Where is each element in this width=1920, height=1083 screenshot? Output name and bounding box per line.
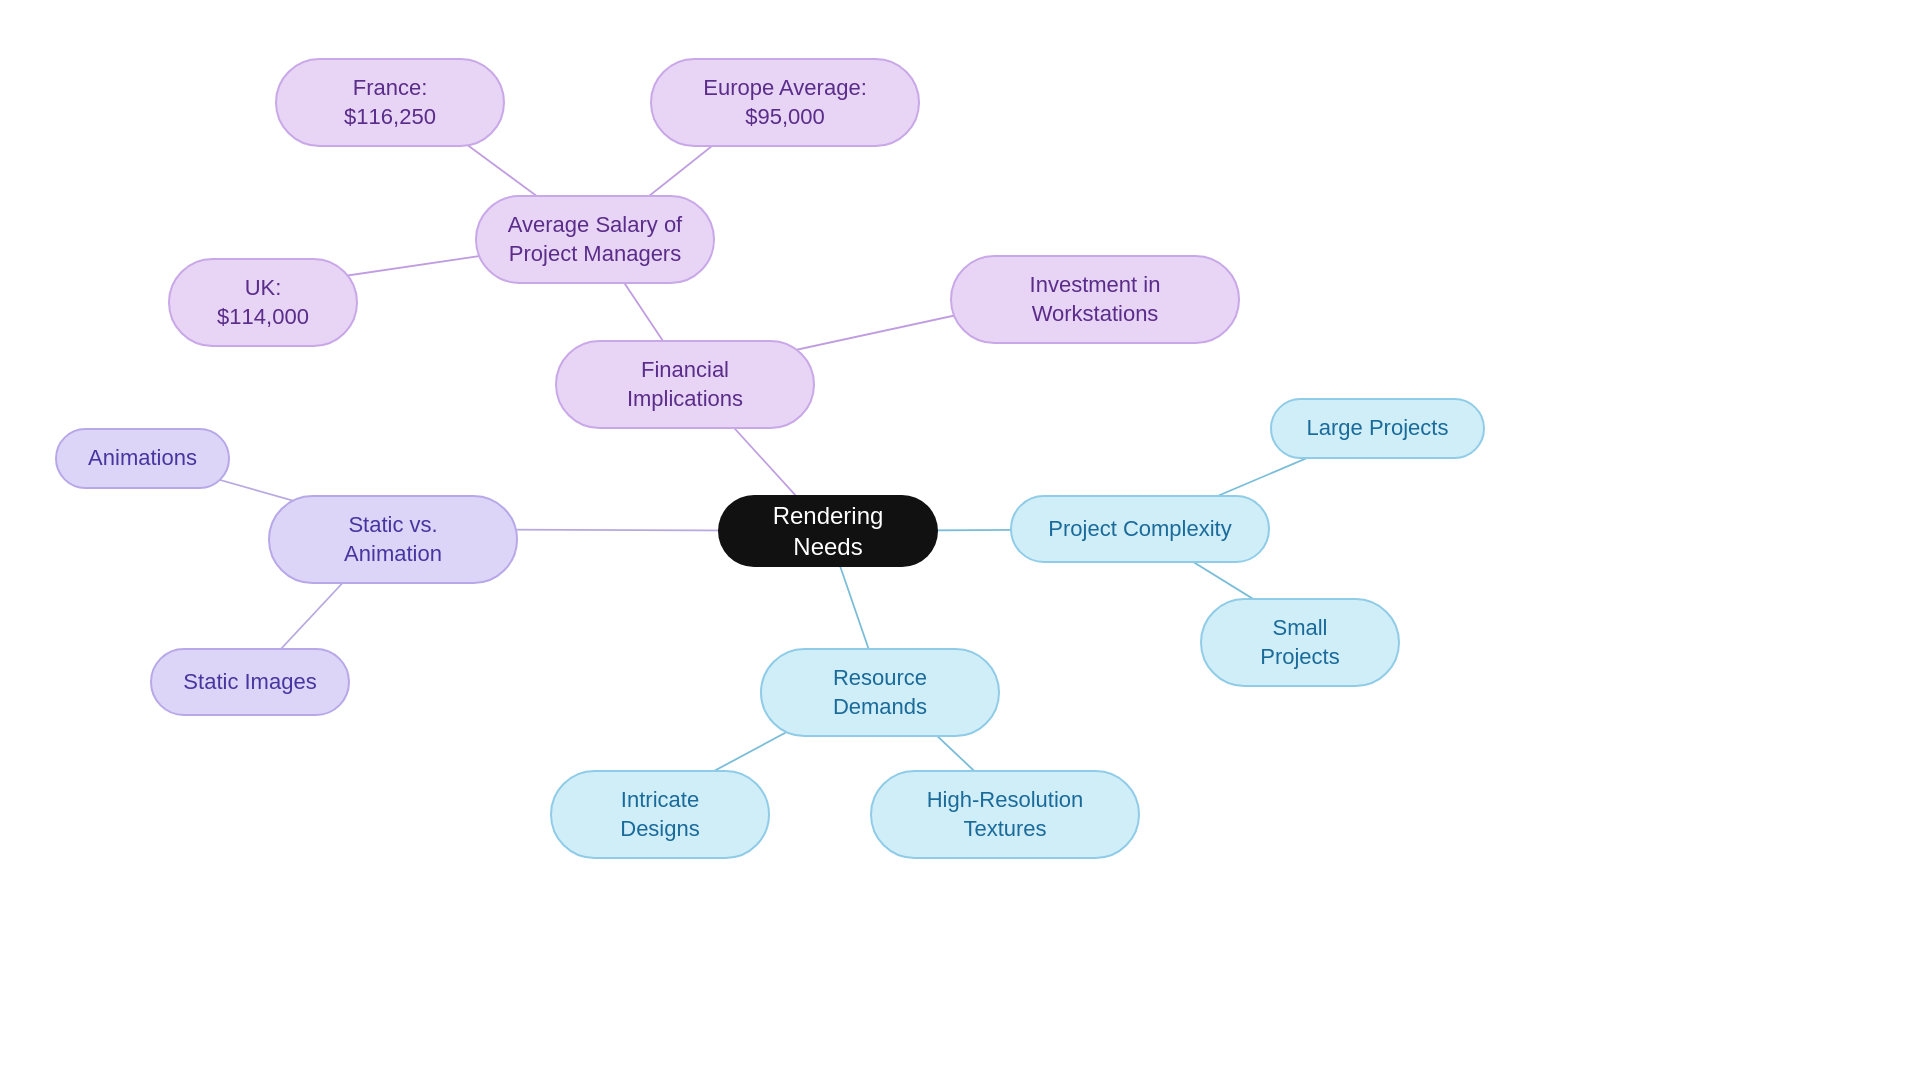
node-financial_implications[interactable]: Financial Implications <box>555 340 815 429</box>
node-static_images[interactable]: Static Images <box>150 648 350 716</box>
node-europe_avg[interactable]: Europe Average: $95,000 <box>650 58 920 147</box>
mind-map: Rendering Needs Financial Implications Ave… <box>0 0 1920 1083</box>
node-uk[interactable]: UK: $114,000 <box>168 258 358 347</box>
node-small_projects[interactable]: Small Projects <box>1200 598 1400 687</box>
node-animations[interactable]: Animations <box>55 428 230 489</box>
node-intricate_designs[interactable]: Intricate Designs <box>550 770 770 859</box>
node-high_res[interactable]: High-Resolution Textures <box>870 770 1140 859</box>
node-france[interactable]: France: $116,250 <box>275 58 505 147</box>
node-investment[interactable]: Investment in Workstations <box>950 255 1240 344</box>
node-avg_salary[interactable]: Average Salary of Project Managers <box>475 195 715 284</box>
node-resource_demands[interactable]: Resource Demands <box>760 648 1000 737</box>
node-center[interactable]: Rendering Needs <box>718 495 938 567</box>
node-project_complexity[interactable]: Project Complexity <box>1010 495 1270 563</box>
node-large_projects[interactable]: Large Projects <box>1270 398 1485 459</box>
node-static_vs_animation[interactable]: Static vs. Animation <box>268 495 518 584</box>
